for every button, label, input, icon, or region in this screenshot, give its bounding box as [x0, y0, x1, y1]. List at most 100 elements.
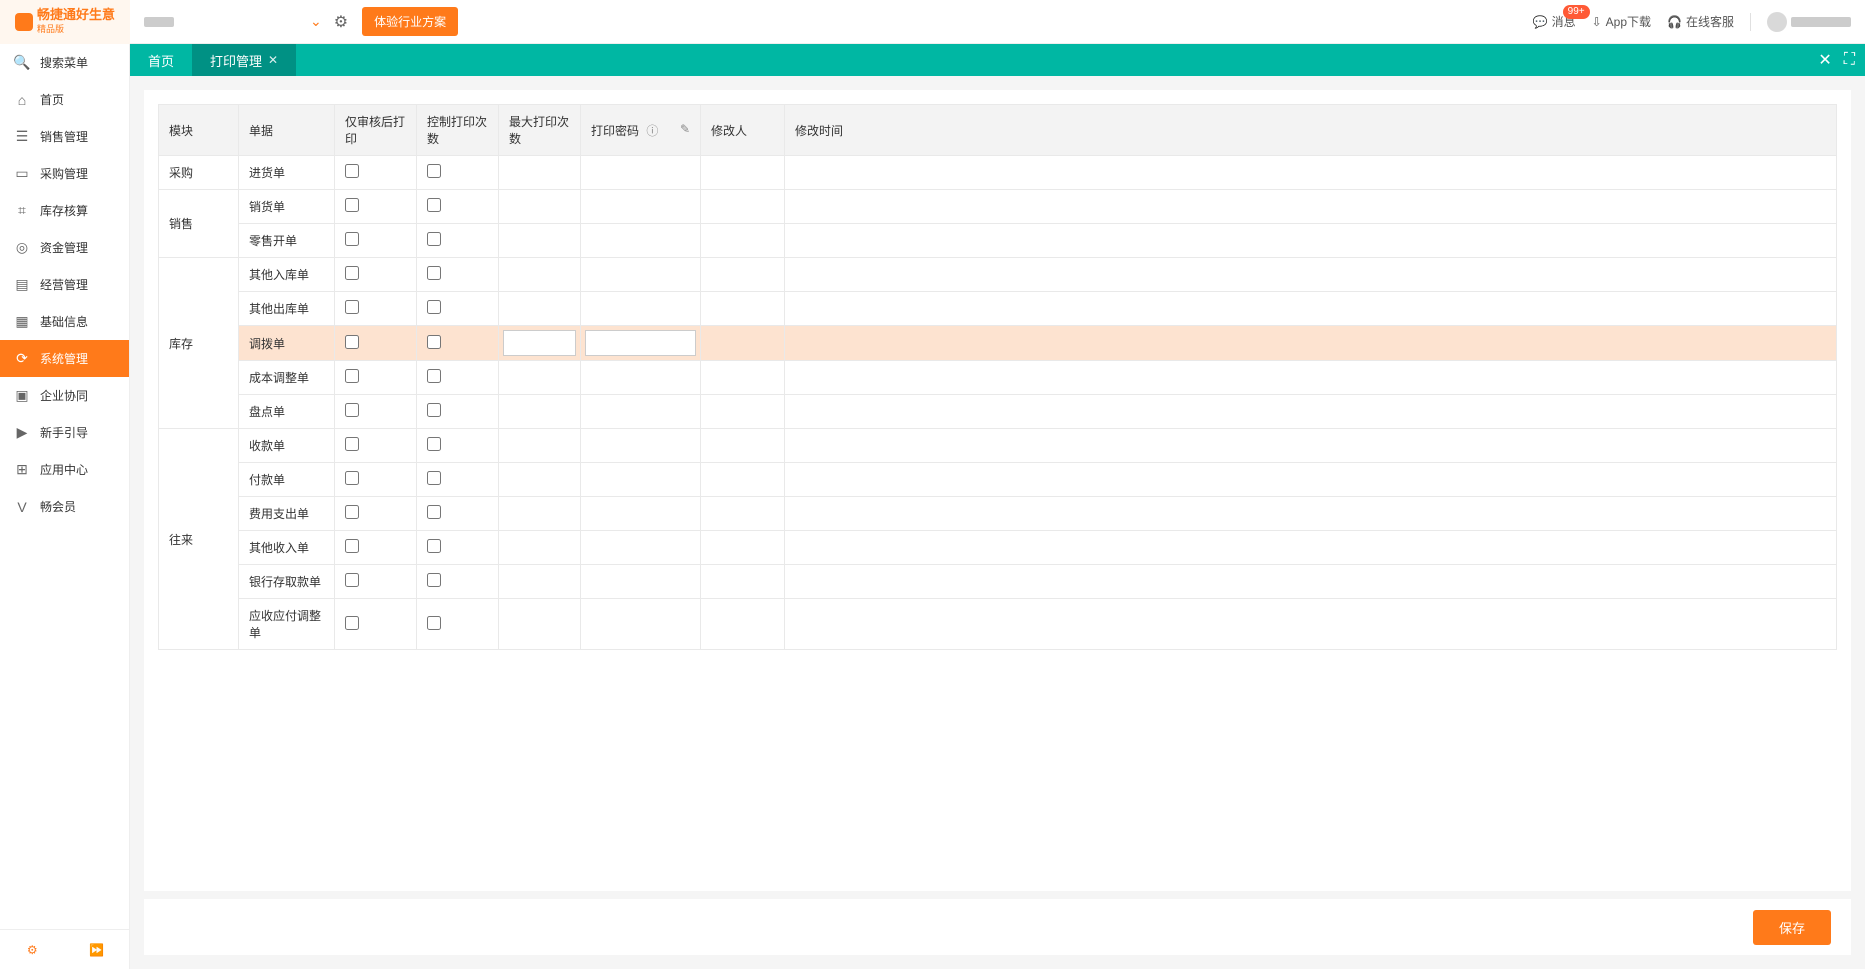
- cell-bill: 其他入库单: [239, 258, 335, 292]
- cell-bill: 零售开单: [239, 224, 335, 258]
- ctrl-checkbox[interactable]: [427, 539, 441, 553]
- cell-audit: [335, 429, 417, 463]
- tab-print[interactable]: 打印管理✕: [192, 44, 296, 76]
- pwd-input[interactable]: [585, 330, 696, 356]
- audit-checkbox[interactable]: [345, 539, 359, 553]
- cell-ctrl: [417, 361, 499, 395]
- ctrl-checkbox[interactable]: [427, 437, 441, 451]
- sidebar-collapse-icon[interactable]: ⏩: [65, 930, 130, 969]
- audit-checkbox[interactable]: [345, 573, 359, 587]
- content: 模块 单据 仅审核后打印 控制打印次数 最大打印次数 打印密码 ⓘ ✎ 修改人 …: [130, 76, 1865, 969]
- sidebar-item-funds[interactable]: ◎资金管理: [0, 229, 129, 266]
- audit-checkbox[interactable]: [345, 164, 359, 178]
- th-pwd: 打印密码 ⓘ ✎: [581, 105, 701, 156]
- sidebar-item-home[interactable]: ⌂首页: [0, 81, 129, 118]
- online-service-link[interactable]: 🎧 在线客服: [1667, 13, 1734, 30]
- try-industry-button[interactable]: 体验行业方案: [362, 7, 458, 36]
- cell-time: [785, 463, 1837, 497]
- audit-checkbox[interactable]: [345, 335, 359, 349]
- cell-time: [785, 224, 1837, 258]
- cell-ctrl: [417, 565, 499, 599]
- cell-bill: 银行存取款单: [239, 565, 335, 599]
- audit-checkbox[interactable]: [345, 369, 359, 383]
- expand-icon[interactable]: ⛶: [1844, 51, 1855, 69]
- max-count-input[interactable]: [503, 330, 576, 356]
- cell-max: [499, 361, 581, 395]
- ctrl-checkbox[interactable]: [427, 164, 441, 178]
- sidebar-item-purchase[interactable]: ▭采购管理: [0, 155, 129, 192]
- ctrl-checkbox[interactable]: [427, 266, 441, 280]
- audit-checkbox[interactable]: [345, 232, 359, 246]
- audit-checkbox[interactable]: [345, 616, 359, 630]
- cell-max: [499, 395, 581, 429]
- audit-checkbox[interactable]: [345, 300, 359, 314]
- sidebar-item-operate[interactable]: ▤经营管理: [0, 266, 129, 303]
- ctrl-checkbox[interactable]: [427, 505, 441, 519]
- ctrl-checkbox[interactable]: [427, 232, 441, 246]
- ctrl-checkbox[interactable]: [427, 471, 441, 485]
- help-icon[interactable]: ⓘ: [646, 124, 658, 138]
- logo[interactable]: 畅捷通好生意 精品版: [0, 0, 130, 44]
- audit-checkbox[interactable]: [345, 505, 359, 519]
- cell-ctrl: [417, 497, 499, 531]
- table-row: 应收应付调整单: [159, 599, 1837, 650]
- home-icon: ⌂: [14, 92, 30, 108]
- sidebar-item-base[interactable]: ▦基础信息: [0, 303, 129, 340]
- cell-audit: [335, 599, 417, 650]
- table-row: 零售开单: [159, 224, 1837, 258]
- sidebar-item-coop[interactable]: ▣企业协同: [0, 377, 129, 414]
- cell-max: [499, 429, 581, 463]
- sidebar-item-stock[interactable]: ⌗库存核算: [0, 192, 129, 229]
- sidebar-settings-icon[interactable]: ⚙: [0, 930, 65, 969]
- cell-editor: [701, 497, 785, 531]
- topbar-right: 💬 消息 99+ ⇩ App下载 🎧 在线客服: [1533, 12, 1865, 32]
- cell-max: [499, 599, 581, 650]
- cell-bill: 应收应付调整单: [239, 599, 335, 650]
- save-button[interactable]: 保存: [1753, 910, 1831, 945]
- cell-bill: 收款单: [239, 429, 335, 463]
- table-row: 销售销货单: [159, 190, 1837, 224]
- logo-icon: [15, 13, 33, 31]
- tab-close-icon[interactable]: ✕: [268, 53, 278, 67]
- audit-checkbox[interactable]: [345, 437, 359, 451]
- audit-checkbox[interactable]: [345, 198, 359, 212]
- cell-module: 往来: [159, 429, 239, 650]
- audit-checkbox[interactable]: [345, 471, 359, 485]
- vip-icon: V: [14, 499, 30, 515]
- messages-link[interactable]: 💬 消息 99+: [1533, 13, 1576, 30]
- cell-time: [785, 497, 1837, 531]
- download-icon: ⇩: [1592, 15, 1602, 29]
- ctrl-checkbox[interactable]: [427, 335, 441, 349]
- sidebar-item-sales[interactable]: ☰销售管理: [0, 118, 129, 155]
- cell-editor: [701, 463, 785, 497]
- cell-max: [499, 565, 581, 599]
- sidebar-item-label: 搜索菜单: [40, 54, 88, 71]
- ctrl-checkbox[interactable]: [427, 403, 441, 417]
- sidebar-item-search[interactable]: 🔍搜索菜单: [0, 44, 129, 81]
- gear-icon[interactable]: ⚙: [334, 12, 348, 32]
- sidebar-item-label: 新手引导: [40, 424, 88, 441]
- ctrl-checkbox[interactable]: [427, 198, 441, 212]
- cell-audit: [335, 395, 417, 429]
- system-icon: ⟳: [14, 351, 30, 367]
- topbar: 畅捷通好生意 精品版 ⌄ ⚙ 体验行业方案 💬 消息 99+ ⇩ App下载 🎧…: [0, 0, 1865, 44]
- ctrl-checkbox[interactable]: [427, 369, 441, 383]
- cell-bill: 付款单: [239, 463, 335, 497]
- ctrl-checkbox[interactable]: [427, 616, 441, 630]
- cell-audit: [335, 258, 417, 292]
- sidebar-item-vip[interactable]: V畅会员: [0, 488, 129, 525]
- audit-checkbox[interactable]: [345, 266, 359, 280]
- user-menu[interactable]: [1767, 12, 1851, 32]
- sidebar-item-guide[interactable]: ▶新手引导: [0, 414, 129, 451]
- tab-home[interactable]: 首页: [130, 44, 192, 76]
- company-select[interactable]: ⌄: [138, 13, 322, 30]
- app-download-link[interactable]: ⇩ App下载: [1592, 13, 1651, 30]
- ctrl-checkbox[interactable]: [427, 300, 441, 314]
- ctrl-checkbox[interactable]: [427, 573, 441, 587]
- sidebar-item-apps[interactable]: ⊞应用中心: [0, 451, 129, 488]
- sidebar-item-system[interactable]: ⟳系统管理: [0, 340, 129, 377]
- audit-checkbox[interactable]: [345, 403, 359, 417]
- th-ctrl: 控制打印次数: [417, 105, 499, 156]
- tab-close-all-icon[interactable]: ✕: [1818, 50, 1831, 70]
- edit-icon[interactable]: ✎: [680, 122, 690, 136]
